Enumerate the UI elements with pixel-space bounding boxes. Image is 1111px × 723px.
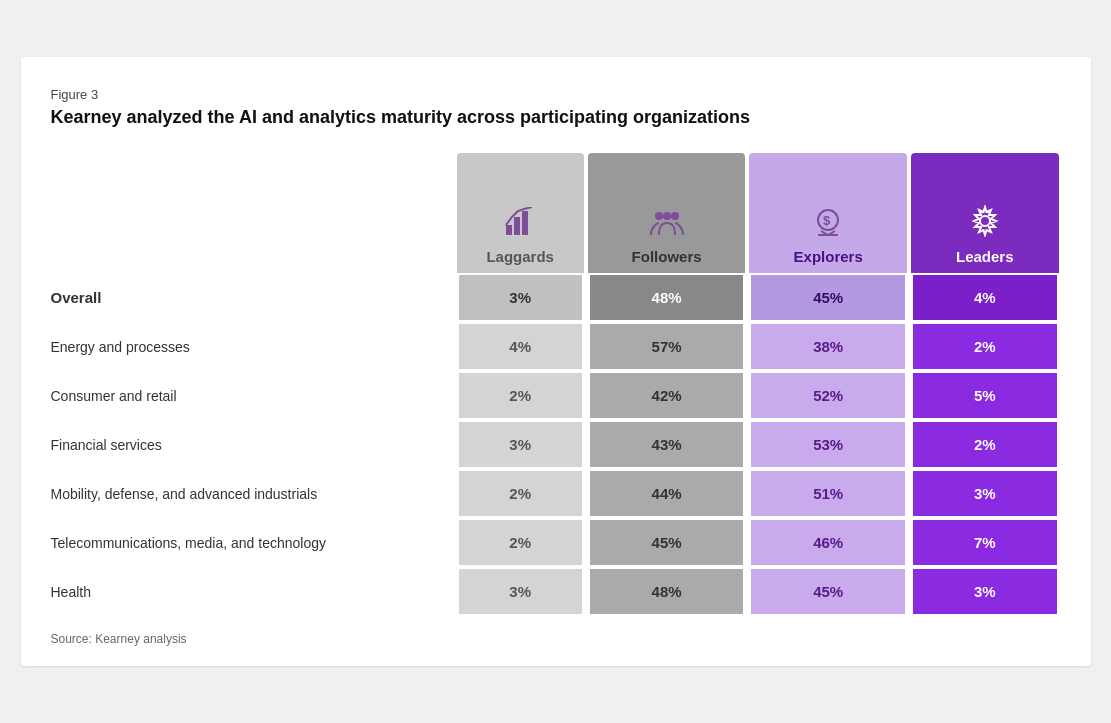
leaders-label: Leaders	[956, 248, 1014, 265]
table-row: Mobility, defense, and advanced industri…	[51, 469, 1061, 518]
table-container: Laggards	[51, 153, 1061, 616]
svg-text:$: $	[823, 213, 831, 228]
svg-point-4	[671, 212, 679, 220]
table-row: Overall3%48%45%4%	[51, 273, 1061, 322]
value-leaders: 4%	[913, 275, 1057, 320]
value-laggards: 3%	[459, 275, 582, 320]
source-text: Source: Kearney analysis	[51, 632, 1061, 646]
cell-leaders: 3%	[909, 567, 1061, 616]
table-row: Telecommunications, media, and technolog…	[51, 518, 1061, 567]
cell-laggards: 2%	[455, 518, 586, 567]
value-followers: 48%	[590, 275, 744, 320]
value-laggards: 4%	[459, 324, 582, 369]
cell-leaders: 7%	[909, 518, 1061, 567]
th-explorers: $ Explorers	[747, 153, 909, 273]
cell-laggards: 3%	[455, 273, 586, 322]
followers-label: Followers	[632, 248, 702, 265]
row-label: Energy and processes	[51, 322, 455, 371]
table-row: Health3%48%45%3%	[51, 567, 1061, 616]
row-label: Financial services	[51, 420, 455, 469]
row-label: Health	[51, 567, 455, 616]
svg-point-3	[655, 212, 663, 220]
value-followers: 42%	[590, 373, 744, 418]
value-leaders: 3%	[913, 471, 1057, 516]
row-label: Telecommunications, media, and technolog…	[51, 518, 455, 567]
value-explorers: 53%	[751, 422, 905, 467]
cell-followers: 42%	[586, 371, 748, 420]
row-label: Consumer and retail	[51, 371, 455, 420]
cell-leaders: 5%	[909, 371, 1061, 420]
row-label: Overall	[51, 273, 455, 322]
explorers-icon: $	[813, 207, 843, 244]
value-explorers: 52%	[751, 373, 905, 418]
cell-laggards: 3%	[455, 420, 586, 469]
laggards-icon	[504, 207, 536, 244]
cell-explorers: 52%	[747, 371, 909, 420]
cell-leaders: 2%	[909, 420, 1061, 469]
th-leaders: Leaders	[909, 153, 1061, 273]
cell-followers: 48%	[586, 567, 748, 616]
th-followers: Followers	[586, 153, 748, 273]
main-card: Figure 3 Kearney analyzed the AI and ana…	[21, 57, 1091, 666]
value-leaders: 2%	[913, 422, 1057, 467]
cell-leaders: 3%	[909, 469, 1061, 518]
table-row: Consumer and retail2%42%52%5%	[51, 371, 1061, 420]
table-row: Energy and processes4%57%38%2%	[51, 322, 1061, 371]
value-explorers: 45%	[751, 569, 905, 614]
svg-point-9	[980, 216, 990, 226]
value-laggards: 2%	[459, 373, 582, 418]
laggards-label: Laggards	[486, 248, 554, 265]
value-leaders: 5%	[913, 373, 1057, 418]
cell-followers: 43%	[586, 420, 748, 469]
cell-laggards: 2%	[455, 469, 586, 518]
cell-followers: 44%	[586, 469, 748, 518]
value-explorers: 46%	[751, 520, 905, 565]
explorers-label: Explorers	[794, 248, 863, 265]
cell-followers: 57%	[586, 322, 748, 371]
cell-laggards: 4%	[455, 322, 586, 371]
value-followers: 44%	[590, 471, 744, 516]
value-followers: 48%	[590, 569, 744, 614]
cell-laggards: 3%	[455, 567, 586, 616]
cell-explorers: 53%	[747, 420, 909, 469]
cell-leaders: 4%	[909, 273, 1061, 322]
cell-explorers: 38%	[747, 322, 909, 371]
chart-title: Kearney analyzed the AI and analytics ma…	[51, 106, 1061, 129]
value-leaders: 7%	[913, 520, 1057, 565]
svg-point-5	[663, 212, 671, 220]
value-followers: 45%	[590, 520, 744, 565]
cell-followers: 45%	[586, 518, 748, 567]
value-laggards: 2%	[459, 520, 582, 565]
value-explorers: 38%	[751, 324, 905, 369]
value-explorers: 51%	[751, 471, 905, 516]
followers-icon	[649, 209, 685, 244]
svg-rect-1	[514, 217, 520, 235]
svg-rect-0	[506, 225, 512, 235]
cell-explorers: 45%	[747, 567, 909, 616]
figure-label: Figure 3	[51, 87, 1061, 102]
cell-explorers: 45%	[747, 273, 909, 322]
value-laggards: 3%	[459, 569, 582, 614]
cell-followers: 48%	[586, 273, 748, 322]
value-followers: 57%	[590, 324, 744, 369]
value-leaders: 3%	[913, 569, 1057, 614]
value-laggards: 3%	[459, 422, 582, 467]
cell-laggards: 2%	[455, 371, 586, 420]
th-label-empty	[51, 153, 455, 273]
value-explorers: 45%	[751, 275, 905, 320]
maturity-table: Laggards	[51, 153, 1061, 616]
table-row: Financial services3%43%53%2%	[51, 420, 1061, 469]
svg-rect-2	[522, 211, 528, 235]
value-followers: 43%	[590, 422, 744, 467]
leaders-icon	[969, 205, 1001, 244]
cell-explorers: 51%	[747, 469, 909, 518]
cell-explorers: 46%	[747, 518, 909, 567]
value-leaders: 2%	[913, 324, 1057, 369]
th-laggards: Laggards	[455, 153, 586, 273]
cell-leaders: 2%	[909, 322, 1061, 371]
row-label: Mobility, defense, and advanced industri…	[51, 469, 455, 518]
value-laggards: 2%	[459, 471, 582, 516]
